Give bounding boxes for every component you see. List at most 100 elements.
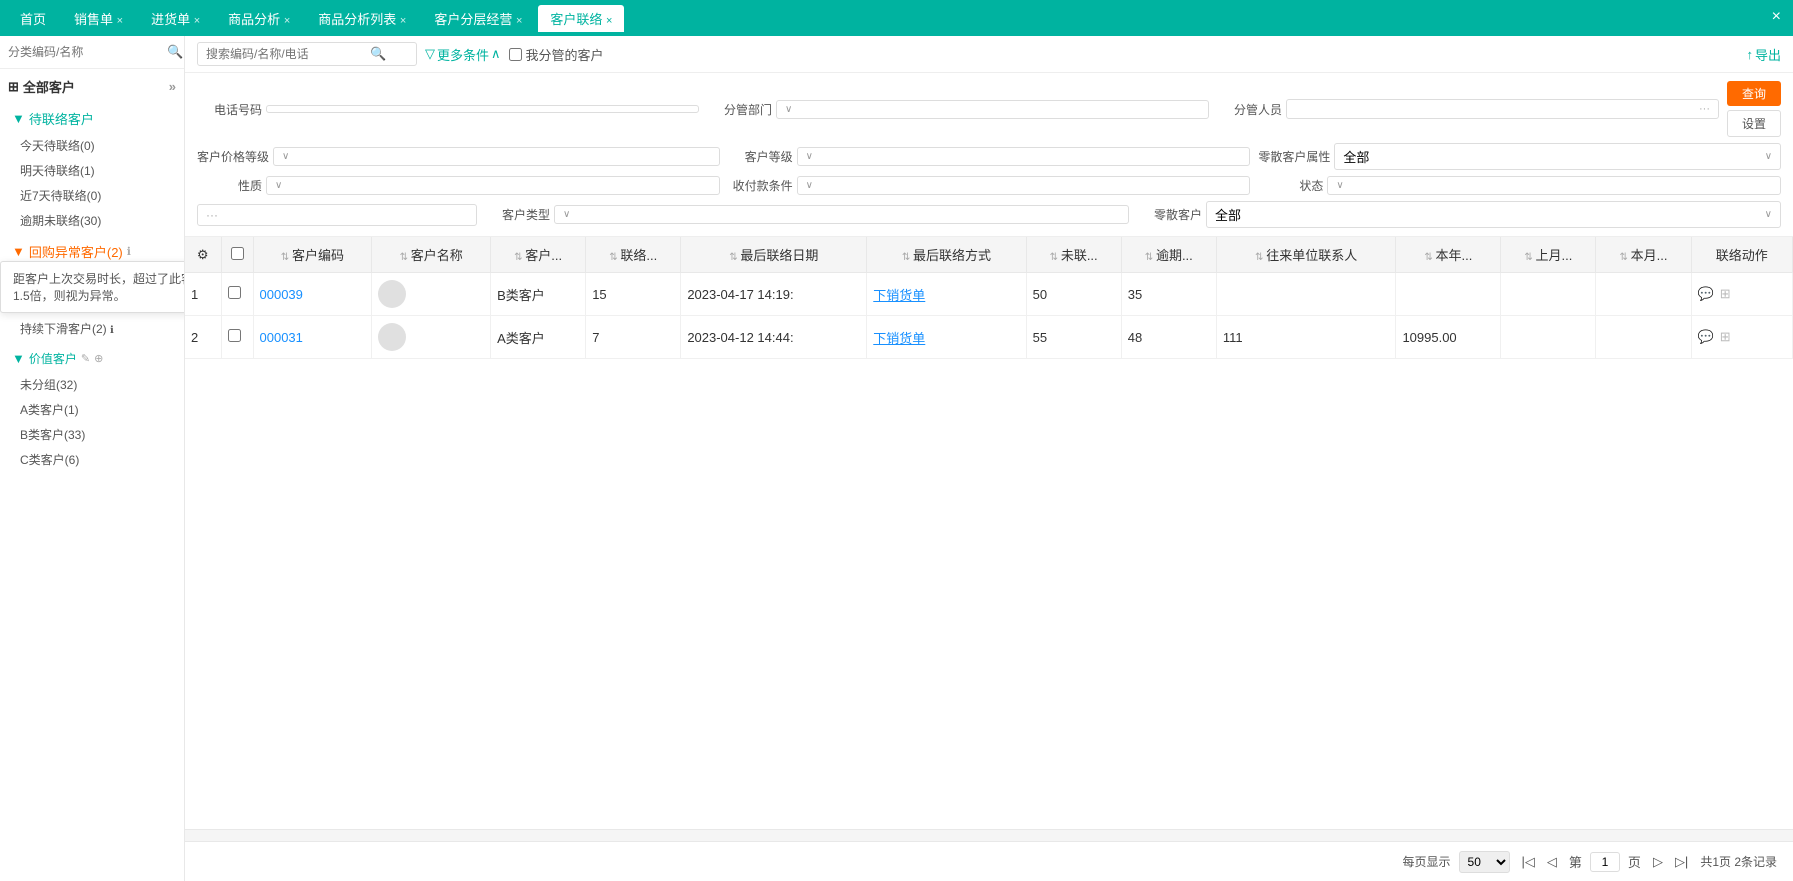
- export-btn[interactable]: ↑ 导出: [1746, 45, 1781, 64]
- setting-button[interactable]: 设置: [1727, 110, 1781, 137]
- col-this-month[interactable]: 本月...: [1596, 237, 1691, 273]
- col-customer-type[interactable]: 客户...: [491, 237, 586, 273]
- sidebar-collapse-btn[interactable]: »: [169, 79, 176, 94]
- col-overdue[interactable]: 逾期...: [1121, 237, 1216, 273]
- row-num: 2: [185, 316, 221, 359]
- row-check[interactable]: [221, 273, 253, 316]
- per-page-label: 每页显示: [1403, 853, 1451, 870]
- row-last-month: [1501, 316, 1596, 359]
- customer-type-filter: 客户类型 ∨: [485, 205, 1129, 224]
- payment-input[interactable]: ∨: [797, 176, 1251, 195]
- row-this-year: [1396, 273, 1501, 316]
- last-page-btn[interactable]: ▷|: [1671, 852, 1692, 872]
- page-navigation: |◁ ◁ 第 页 ▷ ▷|: [1518, 850, 1693, 873]
- page-input[interactable]: [1590, 852, 1620, 872]
- row-this-year: 10995.00: [1396, 316, 1501, 359]
- row-checkbox-1[interactable]: [228, 286, 241, 299]
- col-last-contact-method[interactable]: 最后联络方式: [867, 237, 1026, 273]
- nav-home[interactable]: 首页: [8, 5, 58, 32]
- my-customers-checkbox[interactable]: 我分管的客户: [509, 45, 604, 64]
- action-chat-icon[interactable]: 💬: [1698, 286, 1714, 302]
- search-box[interactable]: 🔍: [197, 42, 417, 66]
- price-level-input[interactable]: ∨: [273, 147, 720, 166]
- col-checkbox[interactable]: [221, 237, 253, 273]
- row-last-contact-method[interactable]: 下销货单: [867, 273, 1026, 316]
- nav-sales[interactable]: 销售单 ×: [62, 5, 135, 32]
- col-unit-contact[interactable]: 往来单位联系人: [1216, 237, 1396, 273]
- prev-page-btn[interactable]: ◁: [1543, 852, 1561, 872]
- filter-row-4: ··· 客户类型 ∨ 零散客户 全部 ∨: [197, 201, 1781, 228]
- nav-purchase[interactable]: 进货单 ×: [139, 5, 212, 32]
- status-label: 状态: [1258, 177, 1323, 194]
- dept-input[interactable]: ∨: [776, 100, 1209, 119]
- col-last-month[interactable]: 上月...: [1501, 237, 1596, 273]
- action-chat-icon-2[interactable]: 💬: [1698, 329, 1714, 345]
- query-button[interactable]: 查询: [1727, 81, 1781, 106]
- sidebar-search-input[interactable]: [8, 45, 163, 59]
- grid-icon: ⊞: [8, 79, 19, 95]
- pagination-bar: 每页显示 50 100 200 |◁ ◁ 第 页 ▷ ▷| 共1页 2条记录: [185, 841, 1793, 881]
- nav-customer-tier[interactable]: 客户分层经营 ×: [422, 5, 534, 32]
- col-this-year[interactable]: 本年...: [1396, 237, 1501, 273]
- col-unlisted[interactable]: 未联...: [1026, 237, 1121, 273]
- action-grid-icon[interactable]: ⊞: [1720, 286, 1731, 302]
- col-contact-count[interactable]: 联络...: [586, 237, 681, 273]
- select-all-checkbox[interactable]: [231, 247, 244, 260]
- sidebar-search-icon[interactable]: 🔍: [167, 44, 183, 60]
- sidebar-search-bar[interactable]: 🔍: [0, 36, 184, 69]
- row-code[interactable]: 000039: [253, 273, 372, 316]
- row-checkbox-2[interactable]: [228, 329, 241, 342]
- sidebar-item-today[interactable]: 今天待联络(0): [0, 133, 184, 158]
- sidebar-item-c-class[interactable]: C类客户(6): [0, 447, 184, 472]
- col-name[interactable]: 客户名称: [372, 237, 491, 273]
- nav-product-analysis[interactable]: 商品分析 ×: [216, 5, 302, 32]
- col-settings[interactable]: ⚙: [185, 237, 221, 273]
- add-icon[interactable]: ⊕: [94, 352, 103, 365]
- col-last-contact-date[interactable]: 最后联络日期: [681, 237, 867, 273]
- sidebar-item-7days[interactable]: 近7天待联络(0): [0, 183, 184, 208]
- customer-type-input[interactable]: ∨: [554, 205, 1129, 224]
- sidebar-section-value-title[interactable]: ▼ 价值客户 ✎ ⊕: [0, 345, 184, 372]
- manager-input[interactable]: ···: [1286, 99, 1719, 119]
- next-page-btn[interactable]: ▷: [1649, 852, 1667, 872]
- my-customers-check[interactable]: [509, 48, 522, 61]
- sidebar-item-tomorrow[interactable]: 明天待联络(1): [0, 158, 184, 183]
- sidebar-item-overdue[interactable]: 逾期未联络(30): [0, 208, 184, 233]
- search-icon[interactable]: 🔍: [370, 46, 386, 62]
- window-close-button[interactable]: ×: [1772, 8, 1781, 26]
- row-last-contact-method[interactable]: 下销货单: [867, 316, 1026, 359]
- customer-level-input[interactable]: ∨: [797, 147, 1251, 166]
- first-page-btn[interactable]: |◁: [1518, 852, 1539, 872]
- sidebar-item-b-class[interactable]: B类客户(33): [0, 422, 184, 447]
- row-name[interactable]: [372, 316, 491, 359]
- sidebar-section-pending-title[interactable]: ▼ 待联络客户: [0, 104, 184, 133]
- search-input[interactable]: [206, 47, 366, 61]
- sidebar-item-ungrouped[interactable]: 未分组(32): [0, 372, 184, 397]
- more-conditions-btn[interactable]: ▽ 更多条件 ∧: [425, 45, 501, 64]
- row-check[interactable]: [221, 316, 253, 359]
- phone-input[interactable]: [266, 105, 699, 113]
- sidebar-all-customers[interactable]: ⊞ 全部客户 »: [0, 69, 184, 104]
- row-code[interactable]: 000031: [253, 316, 372, 359]
- action-grid-icon-2[interactable]: ⊞: [1720, 329, 1731, 345]
- col-actions: 联络动作: [1691, 237, 1792, 273]
- horizontal-scrollbar[interactable]: [185, 829, 1793, 841]
- sidebar-item-declining[interactable]: 持续下滑客户(2) ℹ: [0, 316, 184, 341]
- info-icon-4[interactable]: ℹ: [110, 325, 114, 336]
- row-unlisted: 55: [1026, 316, 1121, 359]
- col-code[interactable]: 客户编码: [253, 237, 372, 273]
- retail-customer-input[interactable]: 全部 ∨: [1206, 201, 1781, 228]
- nav-customer-contact[interactable]: 客户联络 ×: [538, 5, 624, 32]
- gender-input[interactable]: ∨: [266, 176, 720, 195]
- more-filter: ···: [197, 204, 477, 226]
- edit-icon[interactable]: ✎: [81, 352, 90, 365]
- nav-product-analysis-list[interactable]: 商品分析列表 ×: [306, 5, 418, 32]
- status-input[interactable]: ∨: [1327, 176, 1781, 195]
- filter-icon: ▽: [425, 46, 435, 62]
- retail-attr-input[interactable]: 全部 ∨: [1334, 143, 1781, 170]
- more-input[interactable]: ···: [197, 204, 477, 226]
- per-page-select[interactable]: 50 100 200: [1459, 851, 1510, 873]
- sidebar-item-a-class[interactable]: A类客户(1): [0, 397, 184, 422]
- info-icon[interactable]: ℹ: [127, 245, 131, 258]
- row-name[interactable]: [372, 273, 491, 316]
